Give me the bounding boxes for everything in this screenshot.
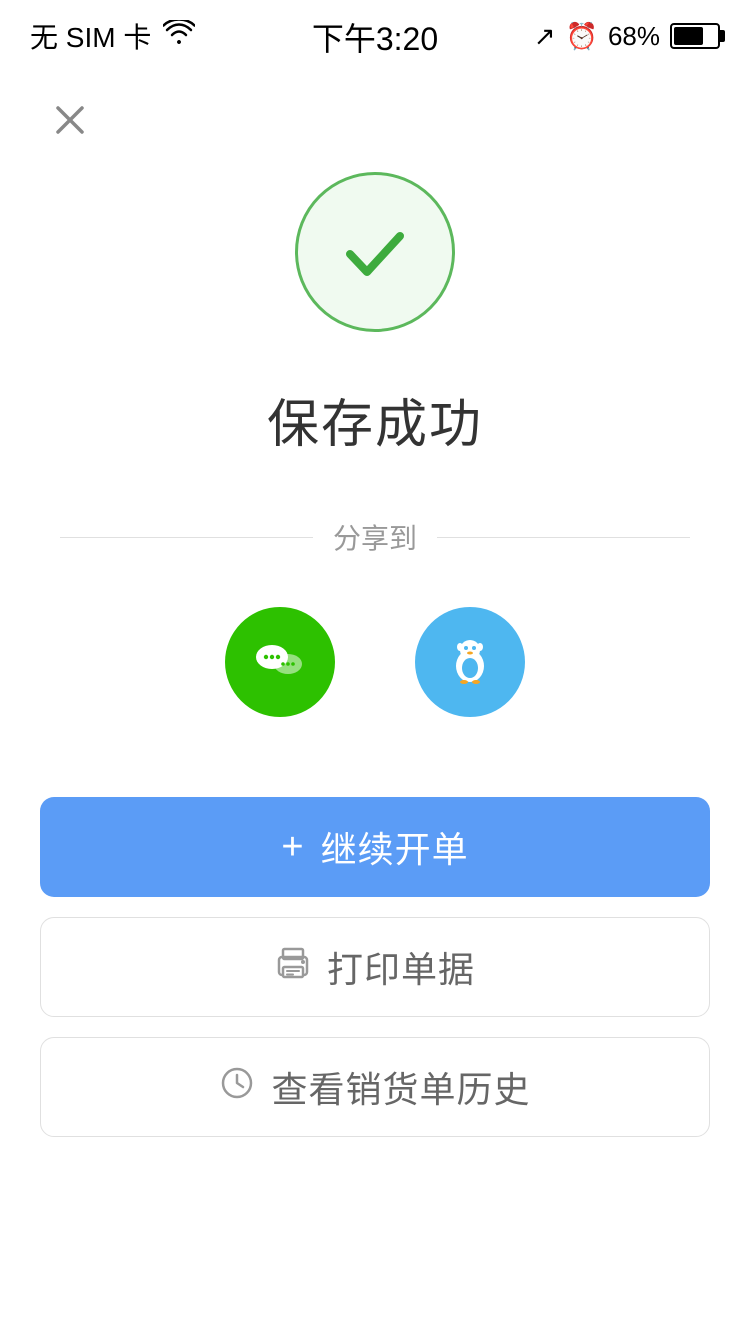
close-icon: [52, 102, 88, 138]
continue-button[interactable]: + 继续开单: [40, 797, 710, 897]
print-label: 打印单据: [327, 941, 475, 993]
print-button[interactable]: 打印单据: [40, 917, 710, 1017]
status-right: ↗ ⏰ 68%: [534, 21, 720, 52]
wifi-icon: [163, 20, 195, 53]
sim-status: 无 SIM 卡: [30, 16, 151, 56]
history-button[interactable]: 查看销货单历史: [40, 1037, 710, 1137]
action-buttons: + 继续开单 打印单据: [0, 797, 750, 1137]
status-bar: 无 SIM 卡 下午3:20 ↗ ⏰ 68%: [0, 0, 750, 72]
divider-line-left: [60, 537, 313, 538]
qq-share-button[interactable]: [415, 607, 525, 717]
alarm-icon: ⏰: [566, 21, 598, 52]
wechat-icon: [250, 632, 310, 692]
success-title: 保存成功: [267, 382, 483, 457]
history-icon: [219, 1065, 255, 1110]
location-icon: ↗: [534, 21, 556, 52]
divider-line-right: [437, 537, 690, 538]
battery-percent: 68%: [608, 21, 660, 52]
status-time: 下午3:20: [312, 14, 438, 60]
continue-label: 继续开单: [321, 821, 469, 873]
continue-plus-icon: +: [281, 826, 304, 869]
print-icon: [275, 945, 311, 990]
share-icons-container: [225, 607, 525, 717]
share-divider: 分享到: [0, 517, 750, 557]
qq-icon: [440, 632, 500, 692]
history-label: 查看销货单历史: [271, 1061, 530, 1113]
share-label: 分享到: [313, 517, 437, 557]
wechat-share-button[interactable]: [225, 607, 335, 717]
success-icon-circle: [295, 172, 455, 332]
main-content: 保存成功 分享到: [0, 72, 750, 1137]
close-button[interactable]: [40, 90, 100, 150]
status-left: 无 SIM 卡: [30, 16, 195, 56]
battery-icon: [670, 23, 720, 49]
